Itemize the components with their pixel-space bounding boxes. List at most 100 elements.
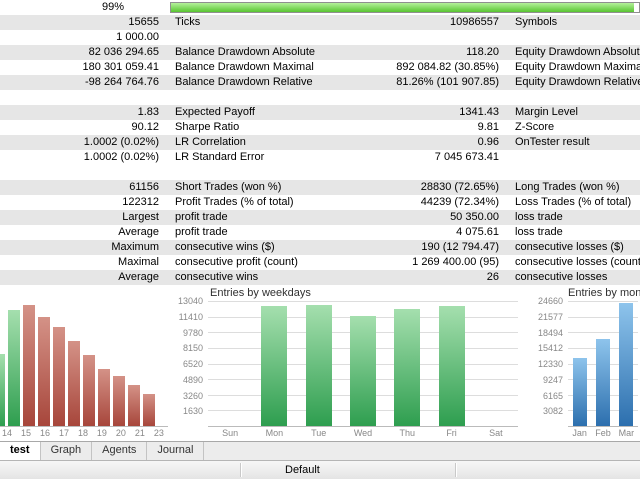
- report-cell-c2: Balance Drawdown Absolute: [175, 46, 316, 58]
- report-cell-c1: 180 301 059.41: [82, 61, 159, 73]
- report-cell-c3: 9.81: [477, 121, 499, 133]
- hours-x-label: 15: [20, 428, 31, 438]
- report-cell-c1: Average: [118, 226, 159, 238]
- report-cell-c4: Loss Trades (% of total): [515, 196, 632, 208]
- report-table: 99% 15655 Ticks 10986557 Symbols 1 000.00 82 …: [0, 0, 640, 285]
- weekdays-y-label: 9780: [182, 327, 203, 338]
- report-row: Average profit trade 4 075.61 loss trade: [0, 225, 640, 240]
- months-bar: [619, 303, 634, 426]
- report-row: [0, 90, 640, 105]
- report-cell-c1: Maximum: [111, 241, 159, 253]
- progress-percent-label: 99%: [101, 1, 124, 13]
- report-cell-c4: Equity Drawdown Absolute: [515, 46, 640, 58]
- entries-by-weekdays-chart: Entries by weekdays 13040 11410 9780 8150 65…: [170, 285, 522, 441]
- report-cell-c4: consecutive losses ($): [515, 241, 624, 253]
- report-cell-c2: consecutive wins: [175, 271, 259, 283]
- hours-bar: [98, 368, 110, 426]
- report-row: 1.0002 (0.02%) LR Standard Error 7 045 673…: [0, 150, 640, 165]
- report-cell-c1: 82 036 294.65: [88, 46, 159, 58]
- report-cell-c3: 81.26% (101 907.85): [396, 76, 499, 88]
- months-y-label: 21577: [537, 311, 563, 322]
- weekdays-y-label: 8150: [182, 343, 203, 354]
- report-cell-c1: 15655: [128, 16, 159, 28]
- report-cell-c4: Margin Level: [515, 106, 578, 118]
- months-x-label: Jan: [572, 428, 587, 438]
- report-cell-c1: 1.0002 (0.02%): [83, 136, 159, 148]
- tab-journal[interactable]: Journal: [147, 442, 205, 460]
- report-cell-c1: [0, 165, 165, 180]
- report-cell-c3: [368, 90, 505, 105]
- report-cell-c1: Largest: [122, 211, 159, 223]
- report-cell-c3: 28830 (72.65%): [420, 181, 499, 193]
- report-row: 180 301 059.41 Balance Drawdown Maximal 89…: [0, 60, 640, 75]
- report-row: [0, 165, 640, 180]
- report-cell-c1: Maximal: [118, 256, 159, 268]
- weekdays-plot: [208, 301, 518, 427]
- report-cell-c3: [368, 165, 505, 180]
- statusbar-profile[interactable]: Default: [285, 461, 320, 479]
- weekdays-y-axis: 13040 11410 9780 8150 6520 4890 3260 1630: [170, 296, 206, 427]
- report-cell-c2: [165, 90, 368, 105]
- hours-bar: [38, 317, 50, 426]
- tab-test[interactable]: test: [0, 442, 41, 460]
- report-cell-c3: 1341.43: [459, 106, 499, 118]
- report-cell-c2: consecutive wins ($): [175, 241, 275, 253]
- report-row: Maximal consecutive profit (count) 1 269 4…: [0, 255, 640, 270]
- report-cell-c1: [0, 90, 165, 105]
- status-bar: Default: [0, 460, 640, 479]
- weekdays-y-label: 1630: [182, 406, 203, 417]
- hours-bar: [0, 353, 5, 426]
- report-cell-c3: [368, 30, 505, 45]
- report-cell-c4: [505, 165, 640, 180]
- tab-graph[interactable]: Graph: [41, 442, 93, 460]
- hours-bar: [8, 309, 20, 426]
- report-cell-c4: OnTester result: [515, 136, 590, 148]
- report-cell-c3: 50 350.00: [450, 211, 499, 223]
- report-cell-c3: 190 (12 794.47): [421, 241, 499, 253]
- months-x-label: Feb: [595, 428, 611, 438]
- statusbar-separator: [455, 463, 457, 477]
- report-row: 1.83 Expected Payoff 1341.43 Margin Level: [0, 105, 640, 120]
- months-plot: [568, 301, 638, 427]
- months-y-label: 3082: [542, 406, 563, 417]
- report-cell-c2: profit trade: [175, 226, 228, 238]
- hours-x-label: 21: [134, 428, 145, 438]
- weekdays-x-label: Sat: [489, 428, 503, 438]
- progress-bar-fill: [171, 3, 635, 12]
- report-cell-c2: profit trade: [175, 211, 228, 223]
- progress-bar: [170, 2, 640, 13]
- report-cell-c2: Balance Drawdown Maximal: [175, 61, 314, 73]
- weekdays-x-label: Tue: [311, 428, 327, 438]
- hours-bar: [113, 376, 125, 426]
- report-row: 122312 Profit Trades (% of total) 44239 (7…: [0, 195, 640, 210]
- report-cell-c3: 118.20: [466, 46, 499, 58]
- report-row: 15655 Ticks 10986557 Symbols: [0, 15, 640, 30]
- weekdays-x-label: Thu: [399, 428, 416, 438]
- weekdays-x-label: Sun: [222, 428, 239, 438]
- report-cell-c3: 4 075.61: [456, 226, 499, 238]
- months-y-label: 15412: [537, 343, 563, 354]
- report-cell-c4: Equity Drawdown Relative: [515, 76, 640, 88]
- weekdays-bar: [394, 308, 421, 426]
- report-cell-c4: loss trade: [515, 211, 563, 223]
- report-cell-c4: Equity Drawdown Maximal: [515, 61, 640, 73]
- report-cell-c4: [505, 150, 640, 165]
- hours-x-axis: 14 15 16 17 18 19 20 21 23: [2, 428, 164, 440]
- report-cell-c1: 1.0002 (0.02%): [83, 151, 159, 163]
- report-cell-c4: [505, 90, 640, 105]
- report-cell-c4: [505, 30, 640, 45]
- report-cell-c3: 0.96: [477, 136, 499, 148]
- weekdays-y-label: 6520: [182, 359, 203, 369]
- months-x-axis: Jan Feb Mar: [568, 428, 638, 440]
- report-cell-c2: Expected Payoff: [175, 106, 255, 118]
- report-cell-c2: LR Correlation: [175, 136, 246, 148]
- tab-agents[interactable]: Agents: [92, 442, 148, 460]
- hours-x-label: 19: [96, 428, 107, 438]
- report-cell-c1: 61156: [129, 181, 159, 193]
- report-cell-c1: 122312: [122, 196, 159, 208]
- report-cell-c2: Sharpe Ratio: [175, 121, 240, 133]
- report-cell-c4: Long Trades (won %): [515, 181, 620, 193]
- report-cell-c2: Profit Trades (% of total): [175, 196, 294, 208]
- weekdays-x-label: Fri: [446, 428, 457, 438]
- report-row: 1 000.00: [0, 30, 640, 45]
